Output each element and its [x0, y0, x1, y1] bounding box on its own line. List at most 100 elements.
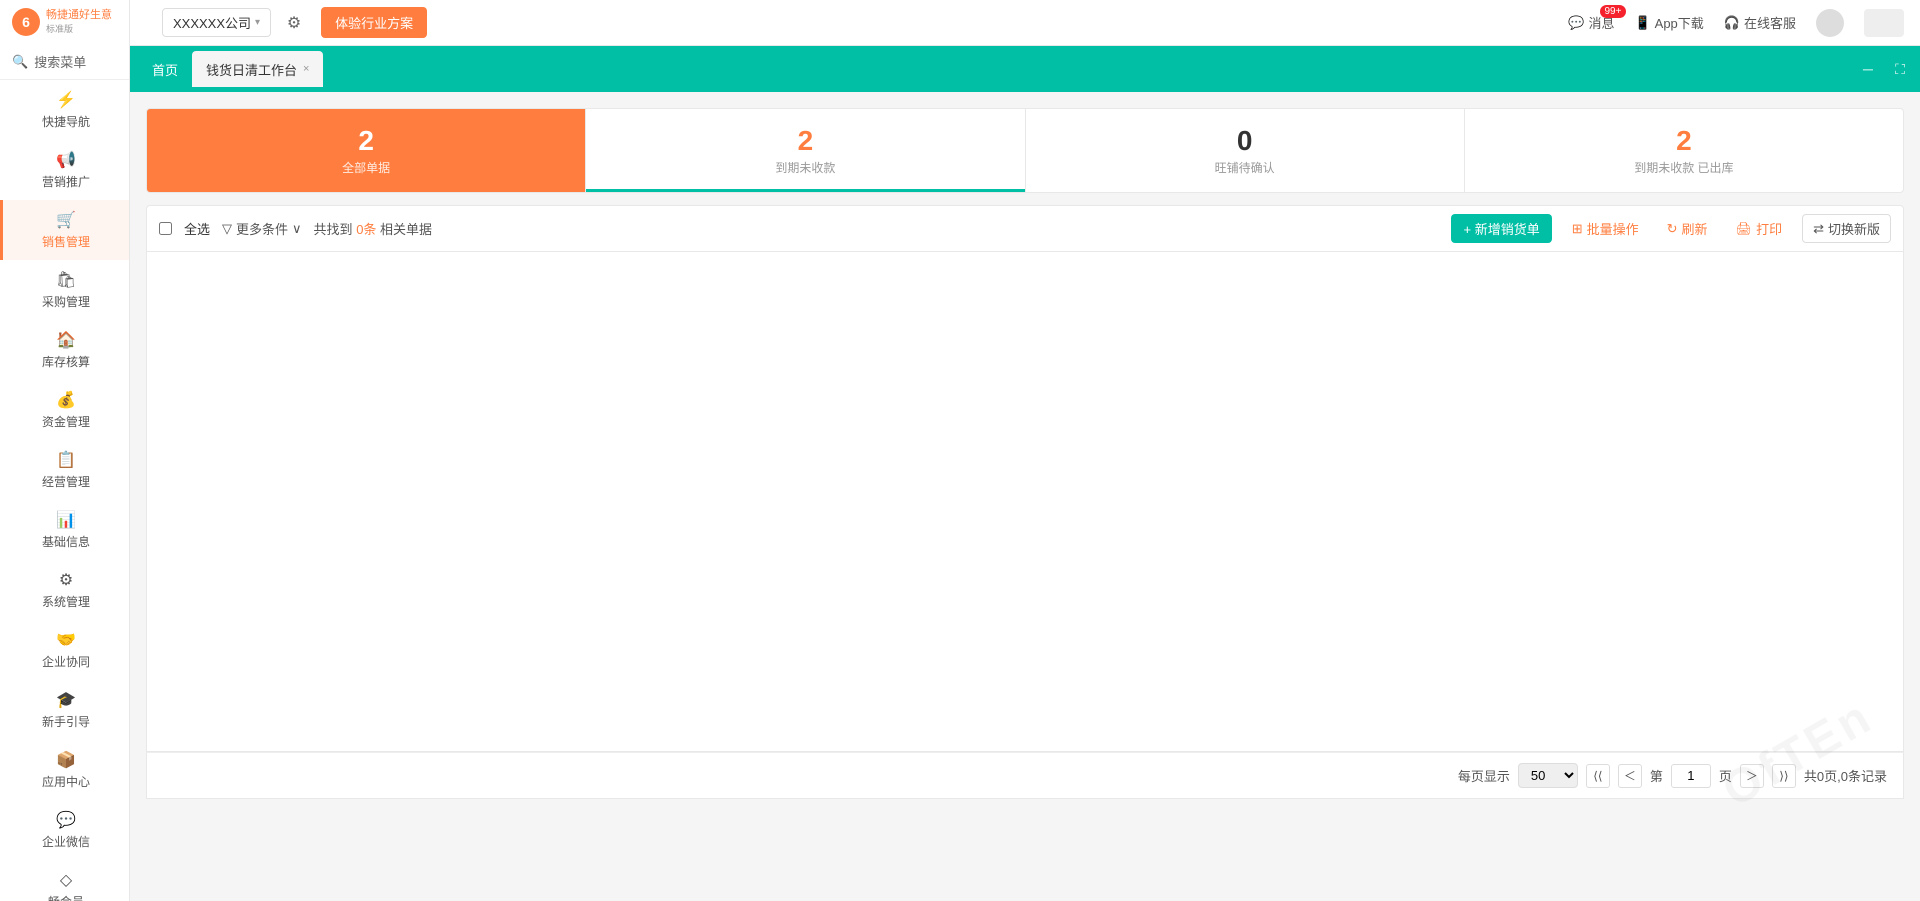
logo-area: 6 畅捷通好生意 标准版	[0, 0, 130, 44]
filter-icon: ▽	[222, 221, 232, 237]
sidebar-item-operations[interactable]: 📋 经营管理	[0, 440, 129, 500]
prev-page-button[interactable]: ＜	[1618, 764, 1642, 788]
sidebar-item-system[interactable]: ⚙ 系统管理	[0, 560, 129, 620]
sidebar-item-label: 采购管理	[42, 293, 90, 310]
avatar[interactable]	[1816, 9, 1844, 37]
sidebar-search[interactable]: 🔍 搜索菜单	[0, 44, 129, 80]
sidebar-item-guide[interactable]: 🎓 新手引导	[0, 680, 129, 740]
trial-button[interactable]: 体验行业方案	[321, 7, 427, 38]
stat-card-overdue[interactable]: 2 到期未收款	[586, 109, 1025, 192]
found-prefix: 共找到	[314, 222, 353, 237]
message-badge: 99+	[1600, 5, 1627, 18]
sidebar-item-basic-info[interactable]: 📊 基础信息	[0, 500, 129, 560]
cooperation-icon: 🤝	[56, 630, 76, 650]
switch-version-button[interactable]: ⇄ 切换新版	[1802, 214, 1891, 243]
refresh-button[interactable]: ↻ 刷新	[1659, 215, 1716, 242]
sidebar-item-wechat[interactable]: 💬 企业微信	[0, 800, 129, 860]
sidebar-item-label: 基础信息	[42, 533, 90, 550]
first-page-button[interactable]: ⟨⟨	[1586, 764, 1610, 788]
sidebar-item-finance[interactable]: 💰 资金管理	[0, 380, 129, 440]
search-icon: 🔍	[12, 54, 28, 70]
search-label: 搜索菜单	[34, 52, 86, 71]
app-download-icon: 📱	[1634, 15, 1650, 31]
filter-label: 更多条件	[236, 219, 288, 238]
company-selector[interactable]: XXXXXX公司 ▾	[162, 8, 271, 37]
sidebar-item-label: 新手引导	[42, 713, 90, 730]
page-total: 共0页,0条记录	[1804, 766, 1887, 785]
close-tab-icon[interactable]: ×	[303, 63, 309, 75]
sidebar-item-member[interactable]: ◇ 畅会员	[0, 860, 129, 901]
refresh-label: 刷新	[1682, 219, 1708, 238]
select-all-checkbox[interactable]	[159, 222, 172, 235]
sidebar-item-inventory[interactable]: 🏠 库存核算	[0, 320, 129, 380]
top-header: 6 畅捷通好生意 标准版 🔍 搜索菜单 ⚡ 快捷导航 📢 营销推广 🛒 销售管理…	[0, 0, 1920, 46]
message-button[interactable]: 💬 消息 99+	[1568, 13, 1614, 32]
sidebar-item-quick-nav[interactable]: ⚡ 快捷导航	[0, 80, 129, 140]
sidebar-item-cooperation[interactable]: 🤝 企业协同	[0, 620, 129, 680]
main-content: 2 全部单据 2 到期未收款 0 旺铺待确认 2 到期未收款 已出库 全选 ▽ …	[130, 92, 1920, 901]
stat-card-pending[interactable]: 0 旺铺待确认	[1026, 109, 1465, 192]
stat-card-shipped[interactable]: 2 到期未收款 已出库	[1465, 109, 1903, 192]
quick-nav-icon: ⚡	[56, 90, 76, 110]
found-suffix: 相关单据	[380, 222, 432, 237]
add-sales-button[interactable]: + 新增销货单	[1451, 214, 1551, 243]
app-center-icon: 📦	[56, 750, 76, 770]
refresh-icon: ↻	[1667, 221, 1678, 237]
app-download-button[interactable]: 📱 App下载	[1634, 13, 1703, 32]
stats-row: 2 全部单据 2 到期未收款 0 旺铺待确认 2 到期未收款 已出库	[146, 108, 1904, 193]
nav-tabs: 首页 钱货日清工作台 × ─ ⛶	[130, 46, 1920, 92]
stat-underline	[586, 189, 1024, 192]
sales-icon: 🛒	[56, 210, 76, 230]
app-download-label: App下载	[1655, 13, 1704, 32]
message-icon: 💬	[1568, 15, 1584, 31]
sidebar-item-sales[interactable]: 🛒 销售管理	[0, 200, 129, 260]
basic-info-icon: 📊	[56, 510, 76, 530]
cashflow-tab-label: 钱货日清工作台	[206, 60, 297, 79]
filter-button[interactable]: ▽ 更多条件 ∨	[222, 219, 302, 238]
sidebar-item-purchase[interactable]: 🛍 采购管理	[0, 260, 129, 320]
sidebar-item-label: 库存核算	[42, 353, 90, 370]
system-icon: ⚙	[59, 570, 73, 590]
batch-label: 批量操作	[1587, 219, 1639, 238]
toolbar-right: + 新增销货单 ⊞ 批量操作 ↻ 刷新 🖨 打印 ⇄ 切换新版	[1451, 214, 1891, 243]
sidebar-item-label: 经营管理	[42, 473, 90, 490]
settings-button[interactable]: ⚙	[279, 8, 309, 38]
pagination-bar: 每页显示 50 100 200 ⟨⟨ ＜ 第 页 ＞ ⟩⟩ 共0页,0条记录	[146, 752, 1904, 799]
page-input[interactable]	[1671, 764, 1711, 788]
last-page-button[interactable]: ⟩⟩	[1772, 764, 1796, 788]
stat-label-all: 全部单据	[342, 159, 390, 176]
next-page-button[interactable]: ＞	[1740, 764, 1764, 788]
tab-home[interactable]: 首页	[138, 51, 192, 87]
sidebar-item-app-center[interactable]: 📦 应用中心	[0, 740, 129, 800]
select-all-label: 全选	[184, 219, 210, 238]
operations-icon: 📋	[56, 450, 76, 470]
online-service-button[interactable]: 🎧 在线客服	[1724, 13, 1796, 32]
minimize-button[interactable]: ─	[1856, 57, 1880, 81]
username-display	[1864, 9, 1904, 37]
stat-card-all[interactable]: 2 全部单据	[147, 109, 586, 192]
stat-label-pending: 旺铺待确认	[1215, 159, 1275, 176]
inventory-icon: 🏠	[56, 330, 76, 350]
sidebar-item-label: 营销推广	[42, 173, 90, 190]
tab-cashflow[interactable]: 钱货日清工作台 ×	[192, 51, 323, 87]
print-icon: 🖨	[1736, 221, 1753, 237]
home-tab-label: 首页	[152, 60, 178, 79]
marketing-icon: 📢	[56, 150, 76, 170]
print-label: 打印	[1756, 219, 1782, 238]
logo-name: 畅捷通好生意	[46, 9, 112, 22]
per-page-select[interactable]: 50 100 200	[1518, 763, 1578, 788]
stat-label-overdue: 到期未收款	[775, 159, 835, 176]
sidebar-item-label: 企业协同	[42, 653, 90, 670]
header-right: 💬 消息 99+ 📱 App下载 🎧 在线客服	[1568, 9, 1904, 37]
maximize-button[interactable]: ⛶	[1888, 57, 1912, 81]
sidebar-item-marketing[interactable]: 📢 营销推广	[0, 140, 129, 200]
switch-label: 切换新版	[1828, 219, 1880, 238]
sidebar-item-label: 应用中心	[42, 773, 90, 790]
stat-count-all: 2	[358, 125, 374, 157]
batch-operation-button[interactable]: ⊞ 批量操作	[1564, 215, 1647, 242]
per-page-label: 每页显示	[1458, 766, 1510, 785]
sidebar-item-label: 系统管理	[42, 593, 90, 610]
print-button[interactable]: 🖨 打印	[1728, 215, 1791, 242]
found-text: 共找到 0条 相关单据	[314, 219, 433, 238]
stat-count-overdue: 2	[798, 125, 814, 157]
